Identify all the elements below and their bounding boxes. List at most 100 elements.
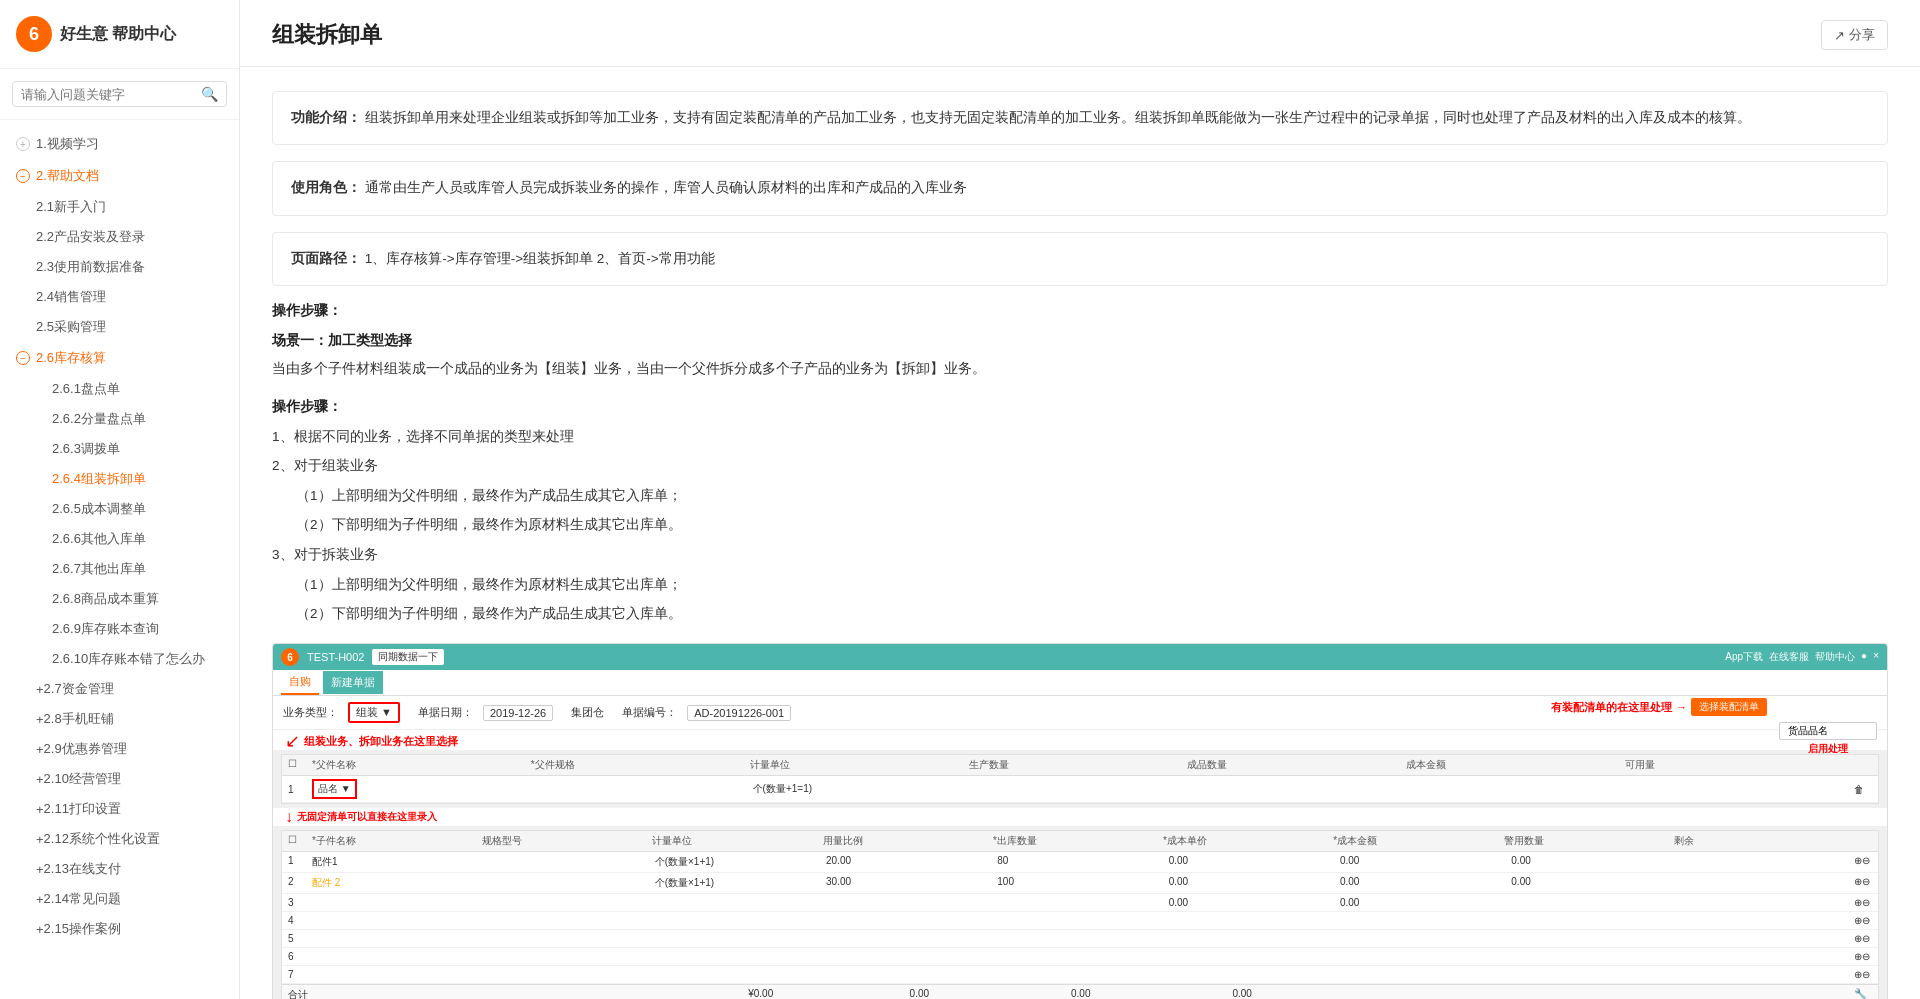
sidebar-item-sales[interactable]: 2.4销售管理 (0, 282, 239, 312)
sidebar-item-adjust[interactable]: 2.6.3调拨单 (0, 434, 239, 464)
sidebar-item-label: 2.9优惠券管理 (44, 740, 127, 758)
sidebar-item-label: 2.1新手入门 (36, 198, 106, 216)
sim-col-avail: 可用量 (1619, 755, 1838, 775)
sidebar-item-assemble[interactable]: 2.6.4组装拆卸单 (0, 464, 239, 494)
sim-field-orderno: AD-20191226-001 (687, 705, 791, 721)
sidebar-item-print[interactable]: + 2.11打印设置 (0, 794, 239, 824)
sim-lower-row6: 6 ⊕⊖ (282, 948, 1878, 966)
role-label: 使用角色： (291, 180, 361, 195)
sim-lower-row4: 4 ⊕⊖ (282, 912, 1878, 930)
sidebar-item-dataprep[interactable]: 2.3使用前数据准备 (0, 252, 239, 282)
sim-lcol-spec: 规格型号 (476, 831, 646, 851)
sim-field-date: 2019-12-26 (483, 705, 553, 721)
search-icon[interactable]: 🔍 (201, 86, 218, 102)
logo-icon: 6 (16, 16, 52, 52)
sidebar-item-stock-error[interactable]: 2.6.10库存账本错了怎么办 (0, 644, 239, 674)
expand-icon: + (36, 682, 44, 697)
sidebar-item-video[interactable]: + 1.视频学习 (0, 128, 239, 160)
sim-lcol-avail: 警用数量 (1498, 831, 1668, 851)
sidebar-item-label: 2.3使用前数据准备 (36, 258, 145, 276)
sim-tab-new: 新建单据 (323, 671, 383, 694)
expand-icon: + (36, 742, 44, 757)
sidebar-item-split-stocktake[interactable]: 2.6.2分量盘点单 (0, 404, 239, 434)
sim-bom-annotation-text: 组装业务、拆卸业务在这里选择 (304, 734, 458, 749)
sim-lower-row2: 2 配件 2 个(数量×1+1) 30.00 100 0.00 0.00 0.0… (282, 873, 1878, 894)
sidebar-item-coupon[interactable]: + 2.9优惠券管理 (0, 734, 239, 764)
expand-icon: + (36, 862, 44, 877)
sim-lcol-actions (1838, 831, 1878, 851)
sidebar-item-other-out[interactable]: 2.6.7其他出库单 (0, 554, 239, 584)
scenario1-title: 场景一：加工类型选择 (272, 332, 1888, 350)
sim-tab-home: 自购 (281, 670, 319, 695)
search-input[interactable] (21, 87, 201, 102)
sidebar-item-payment[interactable]: + 2.13在线支付 (0, 854, 239, 884)
sidebar-item-label: 2.13在线支付 (44, 860, 121, 878)
sim-form-row: 业务类型： 组装 ▼ 单据日期： 2019-12-26 集团仓 单据编号： AD… (273, 696, 1887, 730)
sim-manual-confirm-text: 启用处理 (1808, 743, 1848, 754)
sidebar-item-cases[interactable]: + 2.15操作案例 (0, 914, 239, 944)
sidebar-item-label: 2.6库存核算 (36, 349, 106, 367)
share-icon: ↗ (1834, 28, 1845, 43)
sidebar-item-label: 2.8手机旺铺 (44, 710, 114, 728)
sidebar-item-label: 2.15操作案例 (44, 920, 121, 938)
sim-bom-select: 品名 ▼ (312, 779, 357, 799)
sim-annotation-fixed-bom: 有装配清单的在这里处理 → 选择装配清单 (1551, 698, 1767, 716)
sidebar-item-inventory[interactable]: − 2.6库存核算 (0, 342, 239, 374)
role-text: 通常由生产人员或库管人员完成拆装业务的操作，库管人员确认原材料的出库和产成品的入… (365, 180, 967, 195)
arrow-down-icon: ↓ (285, 808, 293, 826)
share-button[interactable]: ↗ 分享 (1821, 20, 1888, 50)
sim-col-cost2: 成本金额 (1400, 755, 1619, 775)
scenario1-desc: 当由多个子件材料组装成一个成品的业务为【组装】业务，当由一个父件拆分成多个子产品… (272, 356, 1888, 382)
sim-row-cost (1407, 786, 1627, 792)
sidebar-item-ops[interactable]: + 2.10经营管理 (0, 764, 239, 794)
sim-lcol-unit: 计量单位 (646, 831, 816, 851)
sim-lcol-remain: 剩余 (1668, 831, 1838, 851)
sim-lcol-cost2: *成本金额 (1327, 831, 1497, 851)
sim-lower-row1: 1 配件1 个(数量×1+1) 20.00 80 0.00 0.00 0.00 … (282, 852, 1878, 873)
sidebar-item-docs[interactable]: − 2.帮助文档 (0, 160, 239, 192)
function-intro-label: 功能介绍： (291, 110, 361, 125)
sidebar-item-purchase[interactable]: 2.5采购管理 (0, 312, 239, 342)
expand-icon: + (36, 922, 44, 937)
ops-title: 操作步骤： (272, 302, 1888, 320)
search-box[interactable]: 🔍 (12, 81, 227, 107)
sim-row-qty: 个(数量+1=1) (747, 779, 967, 799)
sidebar-item-faq[interactable]: + 2.14常见问题 (0, 884, 239, 914)
sim-lower-footer: 合计 ¥0.00 0.00 0.00 0.00 🔧 (282, 984, 1878, 999)
sim-lcol-qty: *出库数量 (987, 831, 1157, 851)
sim-lower-row5: 5 ⊕⊖ (282, 930, 1878, 948)
sidebar-item-customize[interactable]: + 2.12系统个性化设置 (0, 824, 239, 854)
sidebar-item-other-in[interactable]: 2.6.6其他入库单 (0, 524, 239, 554)
sidebar-item-label: 2.6.10库存账本错了怎么办 (52, 650, 205, 668)
sim-row-avail (1628, 786, 1848, 792)
sim-bom-btn: 选择装配清单 (1691, 698, 1767, 716)
annotation-fixed-bom-text: 有装配清单的在这里处理 (1551, 700, 1672, 715)
sidebar-item-cost-recalc[interactable]: 2.6.8商品成本重算 (0, 584, 239, 614)
sidebar-item-label: 2.6.4组装拆卸单 (52, 470, 146, 488)
sidebar-item-newbie[interactable]: 2.1新手入门 (0, 192, 239, 222)
sim-field-warehouse-label: 集团仓 (571, 705, 604, 720)
sidebar-item-mobile[interactable]: + 2.8手机旺铺 (0, 704, 239, 734)
sidebar-item-label: 2.14常见问题 (44, 890, 121, 908)
sidebar-item-label: 2.4销售管理 (36, 288, 106, 306)
sidebar-item-label: 2.帮助文档 (36, 167, 99, 185)
sidebar-item-cost-adjust[interactable]: 2.6.5成本调整单 (0, 494, 239, 524)
sidebar-item-label: 2.11打印设置 (44, 800, 121, 818)
sidebar-item-stocktake[interactable]: 2.6.1盘点单 (0, 374, 239, 404)
arrow-down-left-icon: ↙ (285, 732, 300, 750)
sim-field-type-select: 组装 ▼ (348, 702, 400, 723)
sidebar-item-stock-query[interactable]: 2.6.9库存账本查询 (0, 614, 239, 644)
sidebar-item-label: 2.6.2分量盘点单 (52, 410, 146, 428)
sidebar-item-label: 2.6.9库存账本查询 (52, 620, 159, 638)
sim-row-prod-qty (967, 786, 1187, 792)
sim-screen: 6 TEST-H002 同期数据一下 App下载 在线客服 帮助中心 ● × 自… (273, 644, 1887, 999)
sim-confirm-field (1779, 722, 1877, 740)
step1: 1、根据不同的业务，选择不同单据的类型来处理 (272, 424, 1888, 450)
sidebar-item-label: 2.6.8商品成本重算 (52, 590, 159, 608)
sim-field-orderno-label: 单据编号： (622, 705, 677, 720)
sim-upper-header: ☐ *父件名称 *父件规格 计量单位 生产数量 成品数量 成本金额 可用量 (282, 755, 1878, 776)
sidebar-item-finance[interactable]: + 2.7资金管理 (0, 674, 239, 704)
sidebar-item-install[interactable]: 2.2产品安装及登录 (0, 222, 239, 252)
sim-annotation-nofixed: ↓ 无固定清单可以直接在这里录入 (273, 808, 1887, 826)
sim-lower-header: ☐ *子件名称 规格型号 计量单位 用量比例 *出库数量 *成本单价 *成本金额… (282, 831, 1878, 852)
